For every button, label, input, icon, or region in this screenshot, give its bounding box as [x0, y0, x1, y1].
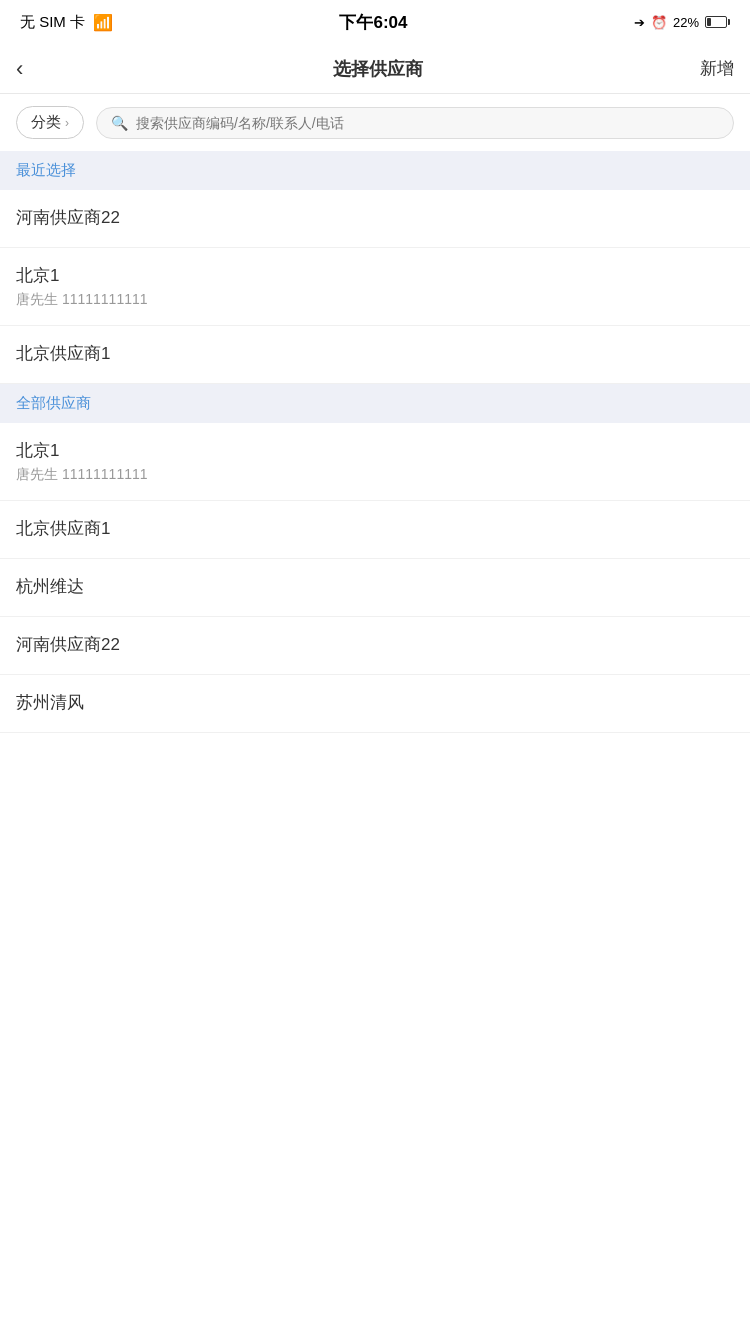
status-time: 下午6:04	[339, 11, 407, 34]
item-name: 河南供应商22	[16, 206, 734, 229]
item-name: 北京1	[16, 264, 734, 287]
item-name: 河南供应商22	[16, 633, 734, 656]
item-name: 北京1	[16, 439, 734, 462]
item-name: 北京供应商1	[16, 342, 734, 365]
item-name: 北京供应商1	[16, 517, 734, 540]
list-item[interactable]: 北京1 唐先生 11111111111	[0, 248, 750, 326]
status-left: 无 SIM 卡 📶	[20, 13, 113, 32]
search-box[interactable]: 🔍	[96, 107, 734, 139]
all-items-list: 北京1 唐先生 11111111111 北京供应商1 杭州维达河南供应商22 苏州清风	[0, 423, 750, 733]
search-input[interactable]	[136, 115, 719, 131]
item-name: 杭州维达	[16, 575, 734, 598]
item-name: 苏州清风	[16, 691, 734, 714]
filter-bar: 分类 › 🔍	[0, 94, 750, 151]
battery-percent: 22%	[673, 15, 699, 30]
location-icon: ➔	[634, 15, 645, 30]
list-item[interactable]: 北京供应商1	[0, 501, 750, 559]
alarm-icon: ⏰	[651, 15, 667, 30]
list-item[interactable]: 北京1 唐先生 11111111111	[0, 423, 750, 501]
list-item[interactable]: 北京供应商1	[0, 326, 750, 384]
battery-icon	[705, 16, 730, 28]
category-label: 分类	[31, 113, 61, 132]
list-item[interactable]: 河南供应商22	[0, 190, 750, 248]
list-item[interactable]: 苏州清风	[0, 675, 750, 733]
recent-section-header: 最近选择	[0, 151, 750, 190]
back-button[interactable]: ‹	[16, 56, 56, 82]
add-button[interactable]: 新增	[700, 57, 734, 80]
all-section-header: 全部供应商	[0, 384, 750, 423]
list-item[interactable]: 河南供应商22	[0, 617, 750, 675]
status-right: ➔ ⏰ 22%	[634, 15, 730, 30]
status-bar: 无 SIM 卡 📶 下午6:04 ➔ ⏰ 22%	[0, 0, 750, 44]
category-button[interactable]: 分类 ›	[16, 106, 84, 139]
chevron-right-icon: ›	[65, 116, 69, 130]
item-sub: 唐先生 11111111111	[16, 466, 734, 484]
page-title: 选择供应商	[333, 57, 423, 81]
item-sub: 唐先生 11111111111	[16, 291, 734, 309]
recent-items-list: 河南供应商22 北京1 唐先生 11111111111 北京供应商1	[0, 190, 750, 384]
wifi-icon: 📶	[93, 13, 113, 32]
list-item[interactable]: 杭州维达	[0, 559, 750, 617]
nav-bar: ‹ 选择供应商 新增	[0, 44, 750, 94]
sim-status: 无 SIM 卡	[20, 13, 85, 32]
search-icon: 🔍	[111, 115, 128, 131]
